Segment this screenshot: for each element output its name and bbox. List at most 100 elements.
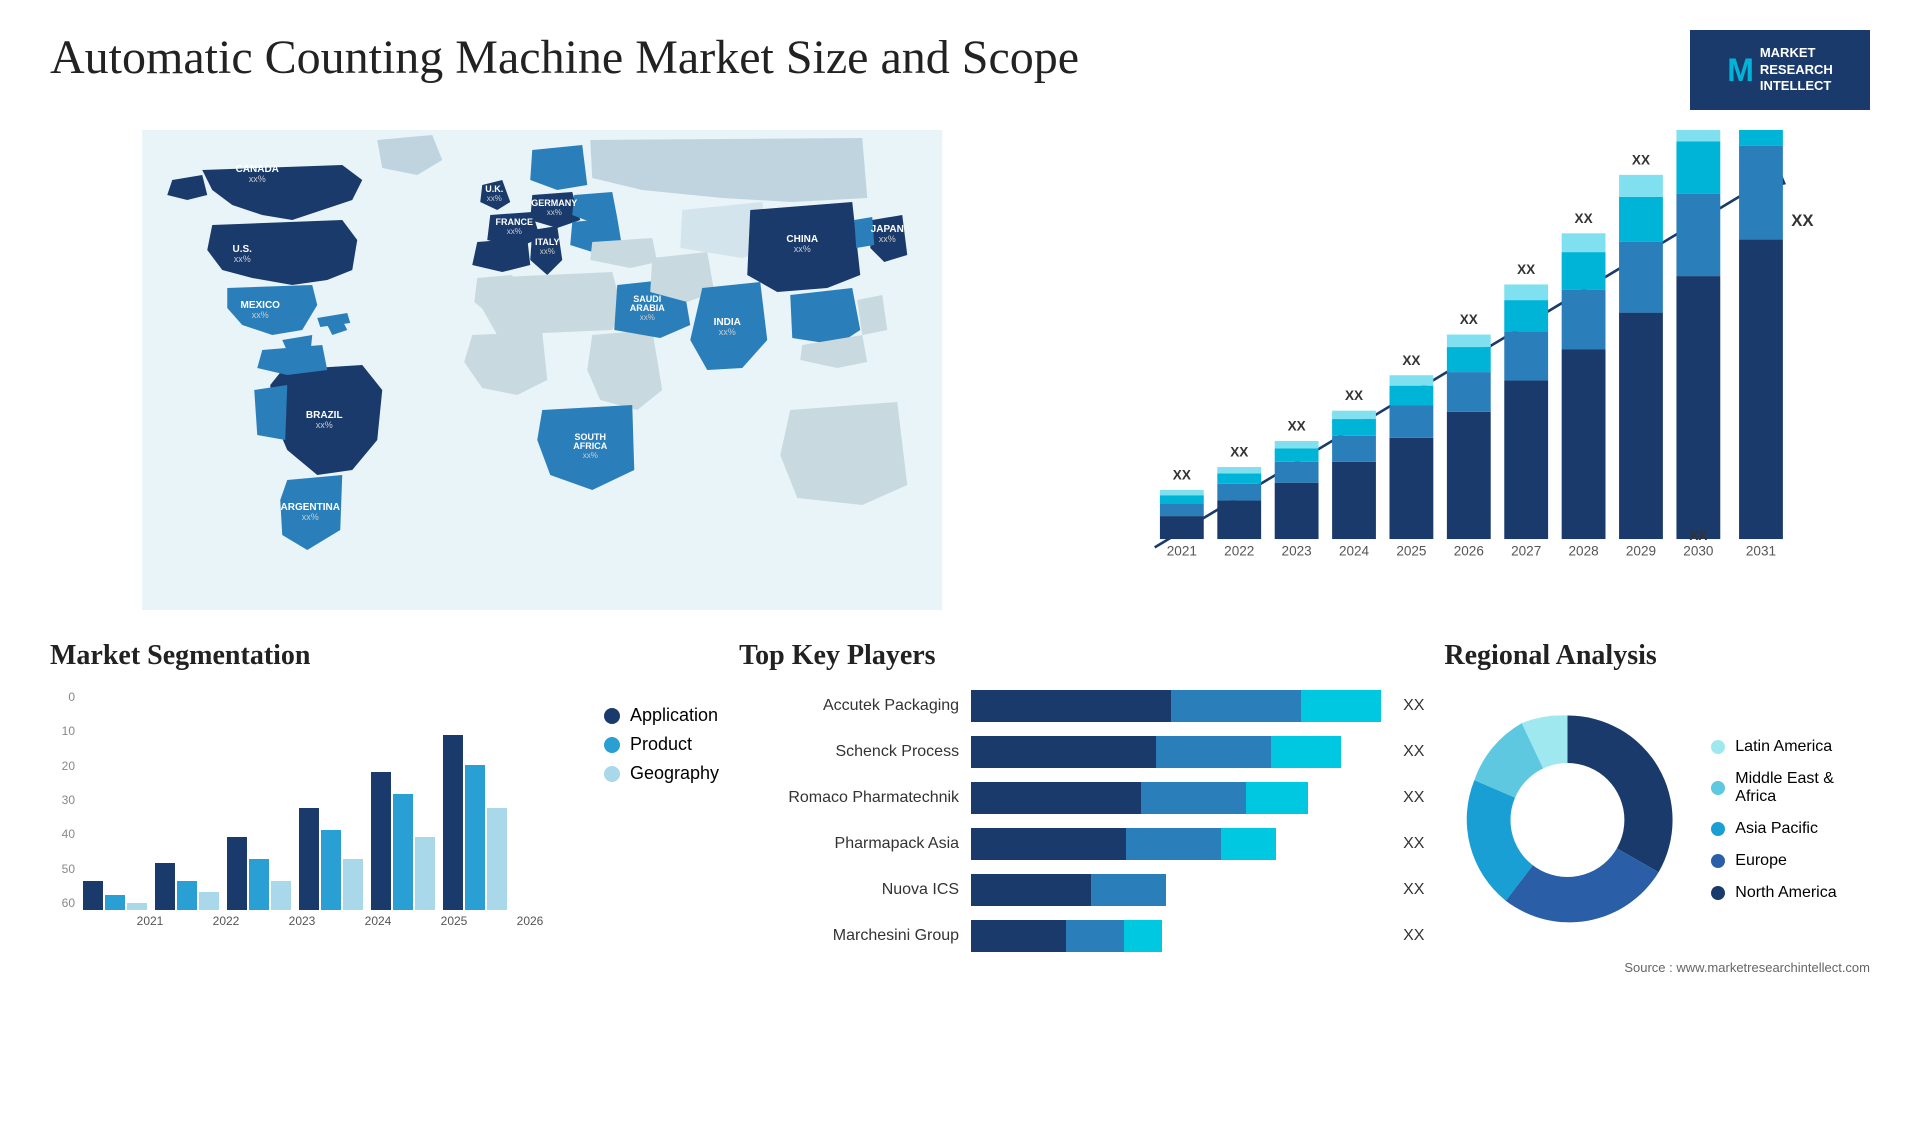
svg-text:GERMANY: GERMANY <box>531 198 577 208</box>
svg-text:xx%: xx% <box>302 512 319 522</box>
donut-label-asia: Asia Pacific <box>1735 820 1818 838</box>
key-players-title: Top Key Players <box>739 640 1424 672</box>
svg-text:U.K.: U.K. <box>485 184 503 194</box>
player-row-schenck: Schenck Process XX <box>739 736 1424 768</box>
player-xx-romaco: XX <box>1403 789 1424 807</box>
segmentation-title: Market Segmentation <box>50 640 719 672</box>
donut-chart <box>1444 690 1691 950</box>
svg-text:xx%: xx% <box>794 244 811 254</box>
player-row-marchesini: Marchesini Group XX <box>739 920 1424 952</box>
legend-label-application: Application <box>630 705 718 726</box>
legend-geography: Geography <box>604 763 719 784</box>
seg-bar-2023-geo <box>271 881 291 910</box>
svg-text:2024: 2024 <box>1338 544 1369 559</box>
svg-text:xx%: xx% <box>252 310 269 320</box>
seg-bar-2026-prod <box>465 765 485 910</box>
regional-title: Regional Analysis <box>1444 640 1870 672</box>
svg-text:FRANCE: FRANCE <box>496 217 534 227</box>
page-title: Automatic Counting Machine Market Size a… <box>50 30 1079 85</box>
player-bar-seg2-romaco <box>1141 782 1246 814</box>
player-bar-seg3-marchesini <box>1124 920 1162 952</box>
player-xx-marchesini: XX <box>1403 927 1424 945</box>
header: Automatic Counting Machine Market Size a… <box>50 30 1870 110</box>
top-section: CANADA xx% U.S. xx% MEXICO xx% BRAZIL xx… <box>50 130 1870 610</box>
seg-bar-2021-app <box>83 881 103 910</box>
map-area: CANADA xx% U.S. xx% MEXICO xx% BRAZIL xx… <box>50 130 1035 610</box>
seg-bar-2025-geo <box>415 837 435 910</box>
page: Automatic Counting Machine Market Size a… <box>0 0 1920 1146</box>
player-bar-seg3-romaco <box>1246 782 1308 814</box>
seg-bar-2022-prod <box>177 881 197 910</box>
seg-bar-2023-prod <box>249 859 269 910</box>
player-row-accutek: Accutek Packaging XX <box>739 690 1424 722</box>
donut-label-latin: Latin America <box>1735 738 1832 756</box>
seg-xlabel-2023: 2023 <box>268 914 336 928</box>
seg-xlabel-2022: 2022 <box>192 914 260 928</box>
seg-xlabel-2021: 2021 <box>116 914 184 928</box>
seg-xlabel-2024: 2024 <box>344 914 412 928</box>
svg-text:AFRICA: AFRICA <box>573 441 607 451</box>
player-bar-seg2-pharmapack <box>1126 828 1221 860</box>
logo-line3: INTELLECT <box>1760 78 1833 95</box>
svg-text:xx%: xx% <box>507 227 522 236</box>
player-bar-seg1-accutek <box>971 690 1171 722</box>
seg-y-30: 30 <box>50 793 75 807</box>
bar-chart-area: XX 2021 XX 2022 XX 2023 <box>1065 130 1871 610</box>
legend-dot-geography <box>604 766 620 782</box>
logo-line2: RESEARCH <box>1760 62 1833 79</box>
seg-legend: Application Product Geography <box>584 705 719 784</box>
logo-line1: MARKET <box>1760 45 1833 62</box>
svg-text:XX: XX <box>1791 211 1813 230</box>
player-bar-accutek <box>971 690 1381 722</box>
svg-text:XX: XX <box>1402 353 1420 368</box>
donut-legend-latin: Latin America <box>1711 738 1870 756</box>
svg-text:XX: XX <box>1517 262 1535 277</box>
bottom-section: Market Segmentation 60 50 40 30 20 10 0 <box>50 640 1870 975</box>
logo: M MARKET RESEARCH INTELLECT <box>1690 30 1870 110</box>
donut-dot-latin <box>1711 740 1725 754</box>
world-map: CANADA xx% U.S. xx% MEXICO xx% BRAZIL xx… <box>50 130 1035 610</box>
seg-bar-2024-geo <box>343 859 363 910</box>
key-players-section: Top Key Players Accutek Packaging XX Sch… <box>739 640 1424 975</box>
player-bar-seg2-accutek <box>1171 690 1301 722</box>
segmentation-section: Market Segmentation 60 50 40 30 20 10 0 <box>50 640 719 975</box>
svg-text:2030: 2030 <box>1683 544 1713 559</box>
donut-label-na: North America <box>1735 884 1836 902</box>
svg-text:2027: 2027 <box>1511 544 1541 559</box>
player-bar-seg1-romaco <box>971 782 1141 814</box>
regional-section: Regional Analysis <box>1444 640 1870 975</box>
player-name-pharmapack: Pharmapack Asia <box>739 835 959 853</box>
seg-bar-2024-app <box>299 808 319 910</box>
player-bar-seg1-marchesini <box>971 920 1066 952</box>
svg-text:XX: XX <box>1172 468 1190 483</box>
svg-text:XX: XX <box>1459 312 1477 327</box>
svg-text:2031: 2031 <box>1745 544 1775 559</box>
donut-dot-na <box>1711 886 1725 900</box>
donut-dot-mea <box>1711 781 1725 795</box>
player-bar-romaco <box>971 782 1381 814</box>
legend-application: Application <box>604 705 719 726</box>
svg-text:xx%: xx% <box>640 313 655 322</box>
main-bar-chart: XX 2021 XX 2022 XX 2023 <box>1065 130 1871 610</box>
donut-legend-na: North America <box>1711 884 1870 902</box>
player-bar-seg3-schenck <box>1271 736 1341 768</box>
seg-y-0: 0 <box>50 690 75 704</box>
svg-text:XX: XX <box>1344 388 1362 403</box>
player-bar-seg1-pharmapack <box>971 828 1126 860</box>
donut-legend: Latin America Middle East & Africa Asia … <box>1711 738 1870 902</box>
svg-text:2022: 2022 <box>1224 544 1254 559</box>
seg-bar-2022-app <box>155 863 175 910</box>
player-row-pharmapack: Pharmapack Asia XX <box>739 828 1424 860</box>
player-row-romaco: Romaco Pharmatechnik XX <box>739 782 1424 814</box>
svg-text:xx%: xx% <box>249 174 266 184</box>
source-text: Source : www.marketresearchintellect.com <box>1444 960 1870 975</box>
svg-text:xx%: xx% <box>540 247 555 256</box>
player-name-marchesini: Marchesini Group <box>739 927 959 945</box>
player-bar-seg2-marchesini <box>1066 920 1124 952</box>
seg-y-20: 20 <box>50 759 75 773</box>
svg-text:2025: 2025 <box>1396 544 1426 559</box>
seg-bar-2021-prod <box>105 895 125 910</box>
donut-dot-europe <box>1711 854 1725 868</box>
seg-bar-2021-geo <box>127 903 147 910</box>
player-xx-accutek: XX <box>1403 697 1424 715</box>
